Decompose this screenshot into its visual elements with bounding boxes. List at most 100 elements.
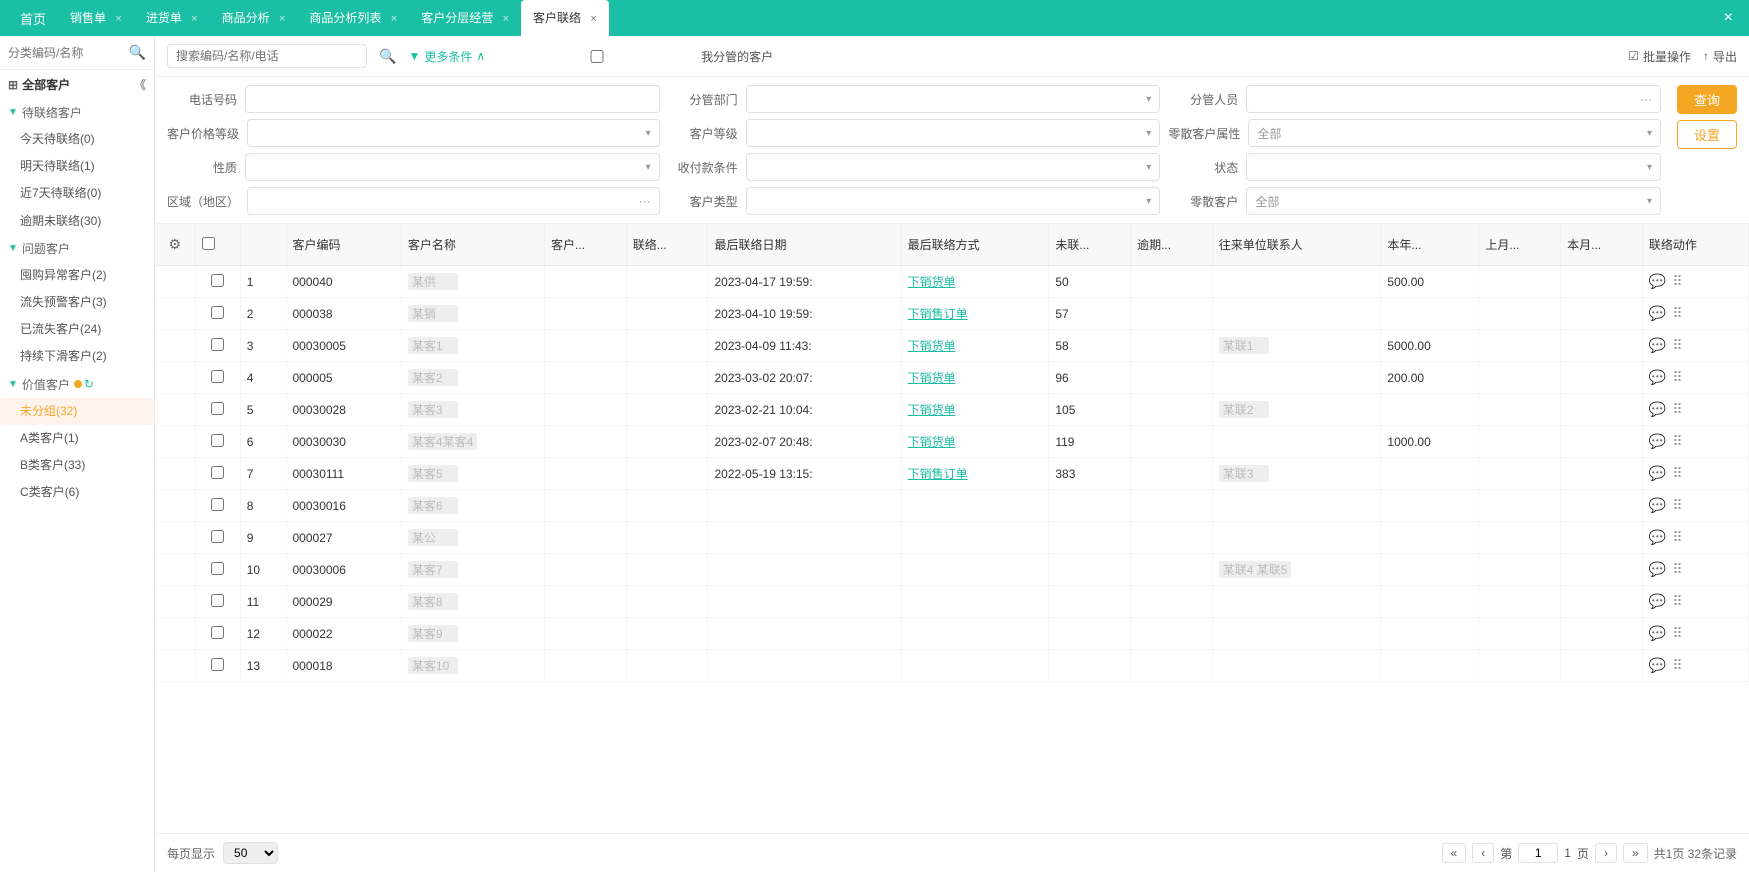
col-code[interactable]: 客户编码 — [286, 224, 401, 266]
select-all-checkbox[interactable] — [202, 237, 215, 250]
sidebar-all-customers[interactable]: ⊞ 全部客户 《 — [0, 70, 154, 99]
person-input[interactable]: ··· — [1246, 85, 1661, 113]
close-product-analysis-icon[interactable]: × — [279, 13, 285, 25]
grid-action-icon[interactable]: ⠿ — [1672, 657, 1682, 674]
message-icon[interactable]: 💬 — [1649, 305, 1666, 322]
message-icon[interactable]: 💬 — [1649, 337, 1666, 354]
row-checkbox[interactable] — [211, 402, 224, 415]
query-button[interactable]: 查询 — [1677, 85, 1737, 114]
customer-level-select[interactable]: ▾ — [746, 119, 1161, 147]
close-customer-contact-icon[interactable]: × — [590, 13, 596, 25]
sidebar-item-declining[interactable]: 持续下滑客户(2) — [0, 343, 154, 370]
col-contact[interactable]: 联络... — [626, 224, 708, 266]
cell-last-contact-method[interactable]: 下销货单 — [901, 362, 1049, 394]
row-checkbox[interactable] — [211, 434, 224, 447]
message-icon[interactable]: 💬 — [1649, 657, 1666, 674]
col-this-month[interactable]: 本月... — [1561, 224, 1643, 266]
row-checkbox[interactable] — [211, 530, 224, 543]
col-last-month[interactable]: 上月... — [1479, 224, 1561, 266]
row-checkbox[interactable] — [211, 306, 224, 319]
sidebar-item-class-c[interactable]: C类客户(6) — [0, 479, 154, 506]
sidebar-search-icon[interactable]: 🔍 — [129, 44, 146, 61]
cell-checkbox[interactable] — [195, 362, 240, 394]
grid-action-icon[interactable]: ⠿ — [1672, 305, 1682, 322]
sidebar-item-churn-warning[interactable]: 流失预警客户(3) — [0, 289, 154, 316]
sidebar-group-problem[interactable]: ▼ 问题客户 — [0, 235, 154, 262]
more-filter-button[interactable]: ▼ 更多条件 ∧ — [408, 48, 485, 65]
col-name[interactable]: 客户名称 — [401, 224, 544, 266]
last-page-button[interactable]: » — [1623, 843, 1648, 863]
column-settings-button[interactable]: ⚙ — [164, 232, 185, 257]
row-checkbox[interactable] — [211, 594, 224, 607]
col-company-contact[interactable]: 往来单位联系人 — [1212, 224, 1381, 266]
export-button[interactable]: ↑ 导出 — [1703, 48, 1737, 65]
cell-checkbox[interactable] — [195, 298, 240, 330]
col-action[interactable]: 联络动作 — [1642, 224, 1748, 266]
col-last-contact-method[interactable]: 最后联络方式 — [901, 224, 1049, 266]
payment-select[interactable]: ▾ — [746, 153, 1161, 181]
cell-checkbox[interactable] — [195, 586, 240, 618]
grid-action-icon[interactable]: ⠿ — [1672, 497, 1682, 514]
nav-purchase-order[interactable]: 进货单 × — [134, 0, 210, 36]
message-icon[interactable]: 💬 — [1649, 529, 1666, 546]
my-customers-checkbox[interactable] — [497, 50, 697, 63]
message-icon[interactable]: 💬 — [1649, 401, 1666, 418]
nature-select[interactable]: ▾ — [245, 153, 660, 181]
grid-action-icon[interactable]: ⠿ — [1672, 273, 1682, 290]
nav-customer-contact[interactable]: 客户联络 × — [521, 0, 609, 36]
status-select[interactable]: ▾ — [1246, 153, 1661, 181]
main-search-icon[interactable]: 🔍 — [379, 48, 396, 65]
next-page-button[interactable]: › — [1595, 843, 1617, 863]
cell-last-contact-method[interactable] — [901, 586, 1049, 618]
grid-action-icon[interactable]: ⠿ — [1672, 561, 1682, 578]
sidebar-item-class-b[interactable]: B类客户(33) — [0, 452, 154, 479]
close-product-analysis-list-icon[interactable]: × — [391, 13, 397, 25]
cell-last-contact-method[interactable] — [901, 618, 1049, 650]
col-type[interactable]: 客户... — [545, 224, 627, 266]
customer-type-select[interactable]: ▾ — [746, 187, 1161, 215]
col-this-year[interactable]: 本年... — [1381, 224, 1479, 266]
cell-last-contact-method[interactable]: 下销货单 — [901, 426, 1049, 458]
cell-checkbox[interactable] — [195, 330, 240, 362]
grid-action-icon[interactable]: ⠿ — [1672, 433, 1682, 450]
page-number-input[interactable] — [1518, 843, 1558, 863]
col-settings[interactable]: ⚙ — [155, 224, 195, 266]
sidebar-item-class-a[interactable]: A类客户(1) — [0, 425, 154, 452]
region-input[interactable]: ··· — [247, 187, 660, 215]
sidebar-collapse-icon[interactable]: 《 — [134, 76, 146, 93]
cell-checkbox[interactable] — [195, 458, 240, 490]
cell-checkbox[interactable] — [195, 490, 240, 522]
message-icon[interactable]: 💬 — [1649, 625, 1666, 642]
grid-action-icon[interactable]: ⠿ — [1672, 401, 1682, 418]
sidebar-group-value[interactable]: ▼ 价值客户 ↻ — [0, 371, 154, 398]
cell-checkbox[interactable] — [195, 554, 240, 586]
main-search-input[interactable] — [167, 44, 367, 68]
message-icon[interactable]: 💬 — [1649, 369, 1666, 386]
row-checkbox[interactable] — [211, 338, 224, 351]
row-checkbox[interactable] — [211, 658, 224, 671]
row-checkbox[interactable] — [211, 370, 224, 383]
nav-customer-layer[interactable]: 客户分层经营 × — [409, 0, 521, 36]
my-customers-filter[interactable]: 我分管的客户 — [497, 48, 773, 65]
close-sales-order-icon[interactable]: × — [115, 13, 121, 25]
cell-last-contact-method[interactable]: 下销货单 — [901, 330, 1049, 362]
page-size-select[interactable]: 50 20 100 — [223, 842, 278, 864]
message-icon[interactable]: 💬 — [1649, 465, 1666, 482]
grid-action-icon[interactable]: ⠿ — [1672, 625, 1682, 642]
message-icon[interactable]: 💬 — [1649, 593, 1666, 610]
row-checkbox[interactable] — [211, 498, 224, 511]
sidebar-item-ungrouped[interactable]: 未分组(32) — [0, 398, 154, 425]
retail-customer-select[interactable]: 全部▾ — [1246, 187, 1661, 215]
cell-last-contact-method[interactable] — [901, 650, 1049, 682]
sidebar-item-overdue[interactable]: 逾期未联络(30) — [0, 208, 154, 235]
nav-product-analysis-list[interactable]: 商品分析列表 × — [297, 0, 409, 36]
col-last-contact-date[interactable]: 最后联络日期 — [708, 224, 901, 266]
refresh-icon[interactable]: ↻ — [84, 377, 94, 391]
cell-last-contact-method[interactable] — [901, 522, 1049, 554]
message-icon[interactable]: 💬 — [1649, 273, 1666, 290]
nav-home[interactable]: 首页 — [8, 9, 58, 28]
sidebar-item-7days[interactable]: 近7天待联络(0) — [0, 180, 154, 207]
row-checkbox[interactable] — [211, 466, 224, 479]
sidebar-item-hoard[interactable]: 囤购异常客户(2) — [0, 262, 154, 289]
row-checkbox[interactable] — [211, 562, 224, 575]
